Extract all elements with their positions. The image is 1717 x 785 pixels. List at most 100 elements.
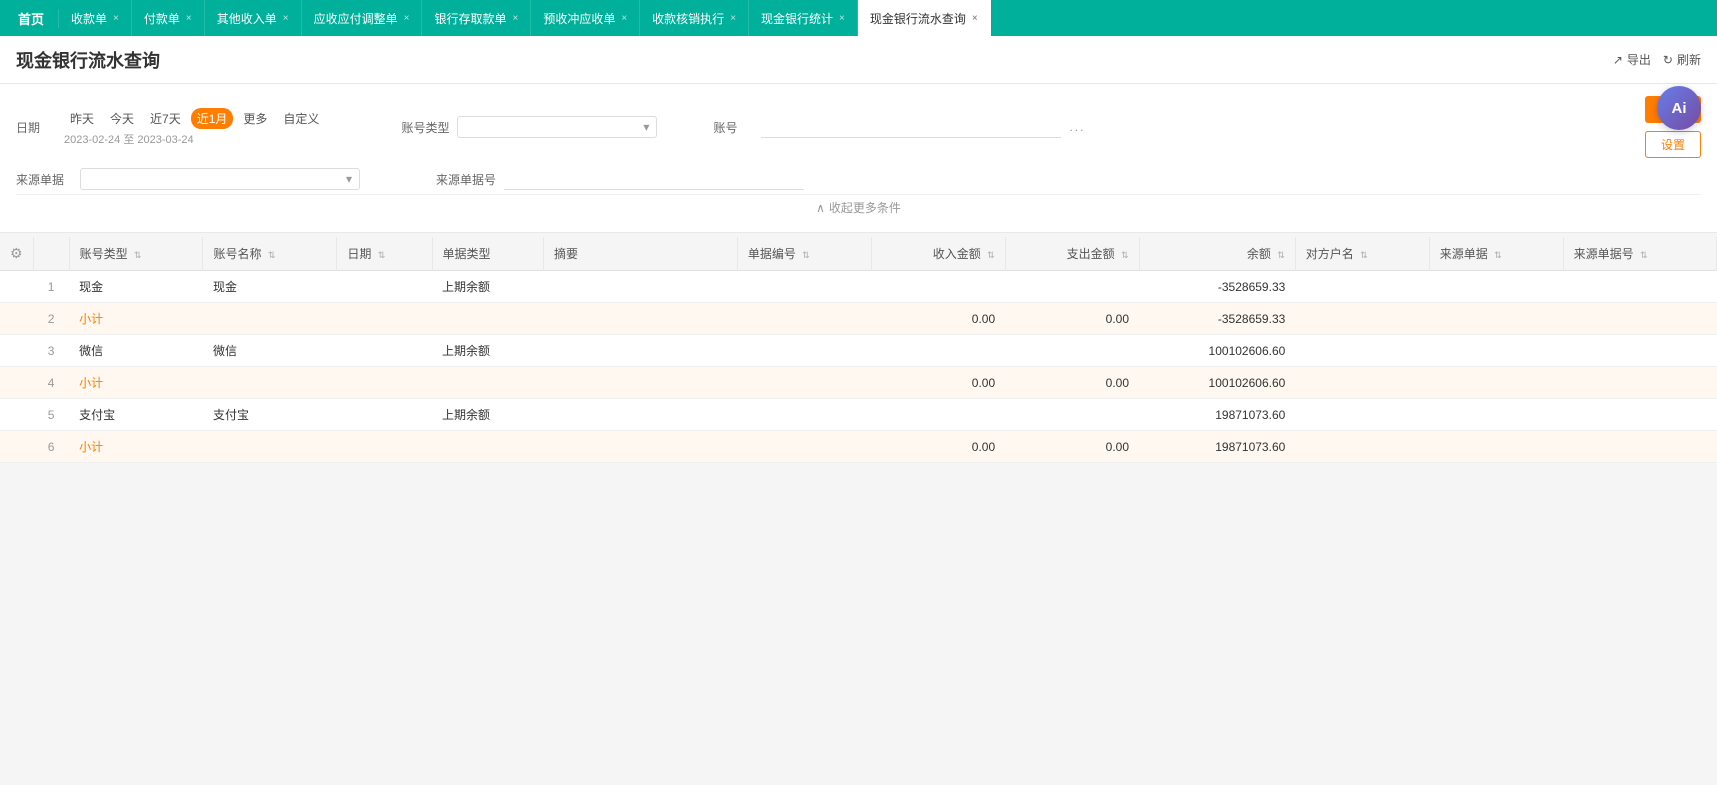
- collapse-label: 收起更多条件: [829, 199, 901, 216]
- sort-icon: ⇅: [378, 250, 386, 260]
- header-actions: ↗ 导出 ↻ 刷新: [1613, 51, 1701, 68]
- td-summary: [543, 335, 737, 367]
- close-icon[interactable]: ×: [186, 13, 192, 24]
- nav-item-7[interactable]: 现金银行统计 ×: [749, 0, 858, 36]
- nav-item-0[interactable]: 收款单 ×: [59, 0, 132, 36]
- th-account-type[interactable]: 账号类型 ⇅: [69, 237, 203, 271]
- source-doc-select[interactable]: [80, 168, 360, 190]
- td-income: 0.00: [871, 367, 1005, 399]
- account-type-select[interactable]: [457, 116, 657, 138]
- td-doc-no: [737, 335, 871, 367]
- table-row[interactable]: 6小计0.000.0019871073.60: [0, 431, 1717, 463]
- nav-item-8[interactable]: 现金银行流水查询 ×: [858, 0, 991, 36]
- table-row[interactable]: 4小计0.000.00100102606.60: [0, 367, 1717, 399]
- date-btn-7days[interactable]: 近7天: [144, 108, 187, 129]
- source-doc-no-input[interactable]: [504, 169, 804, 190]
- th-balance[interactable]: 余额 ⇅: [1139, 237, 1295, 271]
- close-icon[interactable]: ×: [839, 13, 845, 24]
- close-icon[interactable]: ×: [621, 13, 627, 24]
- table-row[interactable]: 5支付宝支付宝上期余额19871073.60: [0, 399, 1717, 431]
- td-account-type: 小计: [69, 367, 203, 399]
- th-account-name[interactable]: 账号名称 ⇅: [203, 237, 337, 271]
- th-doc-type[interactable]: 单据类型: [432, 237, 543, 271]
- td-source-doc: [1429, 399, 1563, 431]
- collapse-bar[interactable]: ∧ 收起更多条件: [16, 194, 1701, 220]
- sort-icon: ⇅: [1640, 250, 1648, 260]
- close-icon[interactable]: ×: [972, 13, 978, 24]
- th-source-doc[interactable]: 来源单据 ⇅: [1429, 237, 1563, 271]
- table-header-row: ⚙ 账号类型 ⇅ 账号名称 ⇅ 日期 ⇅ 单据类型: [0, 237, 1717, 271]
- filter-area: 日期 昨天 今天 近7天 近1月 更多 自定义 2023-02-24 至 202…: [0, 84, 1717, 233]
- source-doc-filter: 来源单据 ▾: [16, 168, 360, 190]
- close-icon[interactable]: ×: [512, 13, 518, 24]
- th-counterparty[interactable]: 对方户名 ⇅: [1295, 237, 1429, 271]
- td-account-name: [203, 431, 337, 463]
- date-btn-more[interactable]: 更多: [237, 108, 273, 129]
- sort-icon: ⇅: [268, 250, 276, 260]
- date-range-text: 2023-02-24 至 2023-03-24: [64, 131, 325, 147]
- nav-item-5[interactable]: 预收冲应收单 ×: [531, 0, 640, 36]
- th-seq: [33, 237, 69, 271]
- th-date[interactable]: 日期 ⇅: [337, 237, 432, 271]
- td-counterparty: [1295, 303, 1429, 335]
- export-button[interactable]: ↗ 导出: [1613, 51, 1651, 68]
- nav-item-6[interactable]: 收款核销执行 ×: [640, 0, 749, 36]
- nav-item-2[interactable]: 其他收入单 ×: [205, 0, 302, 36]
- collapse-up-icon: ∧: [816, 201, 825, 215]
- close-icon[interactable]: ×: [404, 13, 410, 24]
- th-source-doc-no[interactable]: 来源单据号 ⇅: [1563, 237, 1716, 271]
- td-summary: [543, 367, 737, 399]
- td-account-type: 小计: [69, 431, 203, 463]
- nav-item-1[interactable]: 付款单 ×: [132, 0, 205, 36]
- account-input[interactable]: [761, 117, 1061, 138]
- close-icon[interactable]: ×: [730, 13, 736, 24]
- td-balance: 19871073.60: [1139, 399, 1295, 431]
- nav-item-3[interactable]: 应收应付调整单 ×: [302, 0, 423, 36]
- table-row[interactable]: 3微信微信上期余额100102606.60: [0, 335, 1717, 367]
- nav-item-4[interactable]: 银行存取款单 ×: [422, 0, 531, 36]
- td-summary: [543, 431, 737, 463]
- date-btn-yesterday[interactable]: 昨天: [64, 108, 100, 129]
- table-row[interactable]: 2小计0.000.00-3528659.33: [0, 303, 1717, 335]
- td-account-type: 微信: [69, 335, 203, 367]
- filter-row-2: 来源单据 ▾ 来源单据号: [16, 168, 1701, 190]
- td-date: [337, 367, 432, 399]
- td-expense: 0.00: [1005, 303, 1139, 335]
- td-doc-no: [737, 271, 871, 303]
- data-table: ⚙ 账号类型 ⇅ 账号名称 ⇅ 日期 ⇅ 单据类型: [0, 237, 1717, 463]
- td-seq: 5: [33, 399, 69, 431]
- td-balance: 100102606.60: [1139, 367, 1295, 399]
- th-doc-no[interactable]: 单据编号 ⇅: [737, 237, 871, 271]
- td-seq: 2: [33, 303, 69, 335]
- settings-button[interactable]: 设置: [1645, 131, 1701, 158]
- td-source-doc: [1429, 367, 1563, 399]
- td-account-type: 小计: [69, 303, 203, 335]
- td-checkbox: [0, 271, 33, 303]
- date-btn-1month[interactable]: 近1月: [191, 108, 234, 129]
- table-row[interactable]: 1现金现金上期余额-3528659.33: [0, 271, 1717, 303]
- td-income: [871, 399, 1005, 431]
- td-seq: 6: [33, 431, 69, 463]
- td-counterparty: [1295, 271, 1429, 303]
- close-icon[interactable]: ×: [113, 13, 119, 24]
- date-shortcuts: 昨天 今天 近7天 近1月 更多 自定义: [64, 108, 325, 129]
- nav-home[interactable]: 首页: [4, 9, 59, 28]
- gear-icon[interactable]: ⚙: [10, 245, 23, 261]
- account-more-button[interactable]: ...: [1069, 120, 1085, 134]
- date-btn-today[interactable]: 今天: [104, 108, 140, 129]
- date-btn-custom[interactable]: 自定义: [277, 108, 325, 129]
- td-seq: 4: [33, 367, 69, 399]
- td-source-doc-no: [1563, 399, 1716, 431]
- td-seq: 1: [33, 271, 69, 303]
- table-container: ⚙ 账号类型 ⇅ 账号名称 ⇅ 日期 ⇅ 单据类型: [0, 237, 1717, 463]
- close-icon[interactable]: ×: [283, 13, 289, 24]
- td-checkbox: [0, 367, 33, 399]
- th-expense[interactable]: 支出金额 ⇅: [1005, 237, 1139, 271]
- refresh-button[interactable]: ↻ 刷新: [1663, 51, 1701, 68]
- ai-badge[interactable]: Ai: [1657, 86, 1701, 130]
- th-settings[interactable]: ⚙: [0, 237, 33, 271]
- td-counterparty: [1295, 335, 1429, 367]
- td-source-doc: [1429, 303, 1563, 335]
- date-block: 昨天 今天 近7天 近1月 更多 自定义 2023-02-24 至 2023-0…: [64, 108, 325, 147]
- th-income[interactable]: 收入金额 ⇅: [871, 237, 1005, 271]
